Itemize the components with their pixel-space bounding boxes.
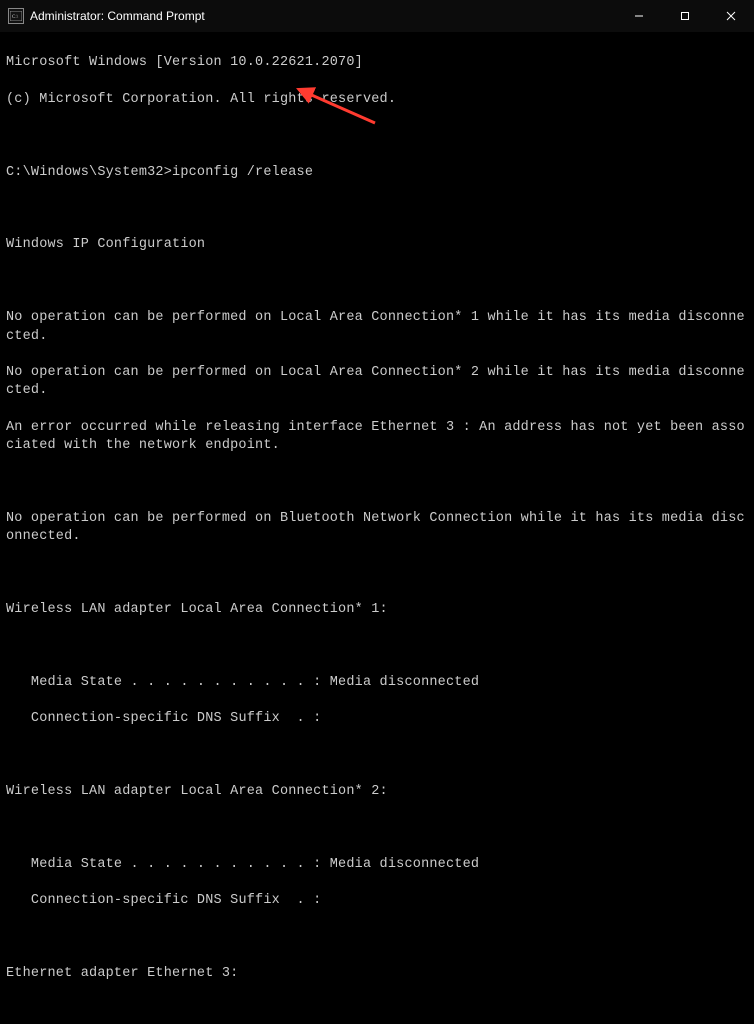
prompt-line: C:\Windows\System32>ipconfig /release <box>6 164 748 182</box>
output-line: No operation can be performed on Local A… <box>6 309 748 345</box>
minimize-button[interactable] <box>616 0 662 32</box>
blank-line <box>6 1002 748 1020</box>
output-line: Microsoft Windows [Version 10.0.22621.20… <box>6 54 748 72</box>
output-line: Media State . . . . . . . . . . . : Medi… <box>6 856 748 874</box>
output-line: Ethernet adapter Ethernet 3: <box>6 965 748 983</box>
blank-line <box>6 127 748 145</box>
blank-line <box>6 473 748 491</box>
window-controls <box>616 0 754 32</box>
blank-line <box>6 929 748 947</box>
terminal-output[interactable]: Microsoft Windows [Version 10.0.22621.20… <box>0 32 754 1024</box>
maximize-button[interactable] <box>662 0 708 32</box>
output-line: No operation can be performed on Bluetoo… <box>6 510 748 546</box>
output-line: An error occurred while releasing interf… <box>6 419 748 455</box>
close-button[interactable] <box>708 0 754 32</box>
output-line: Windows IP Configuration <box>6 236 748 254</box>
output-line: Wireless LAN adapter Local Area Connecti… <box>6 601 748 619</box>
output-line: Connection-specific DNS Suffix . : <box>6 710 748 728</box>
output-line: Media State . . . . . . . . . . . : Medi… <box>6 674 748 692</box>
output-line: (c) Microsoft Corporation. All rights re… <box>6 91 748 109</box>
titlebar: C:\ Administrator: Command Prompt <box>0 0 754 32</box>
cmd-icon: C:\ <box>8 8 24 24</box>
blank-line <box>6 200 748 218</box>
blank-line <box>6 273 748 291</box>
blank-line <box>6 819 748 837</box>
prompt-path: C:\Windows\System32> <box>6 165 172 180</box>
blank-line <box>6 564 748 582</box>
command-text: ipconfig /release <box>172 165 313 180</box>
output-line: No operation can be performed on Local A… <box>6 364 748 400</box>
window-title: Administrator: Command Prompt <box>30 9 616 23</box>
svg-text:C:\: C:\ <box>12 15 19 20</box>
output-line: Connection-specific DNS Suffix . : <box>6 892 748 910</box>
blank-line <box>6 747 748 765</box>
output-line: Wireless LAN adapter Local Area Connecti… <box>6 783 748 801</box>
blank-line <box>6 637 748 655</box>
